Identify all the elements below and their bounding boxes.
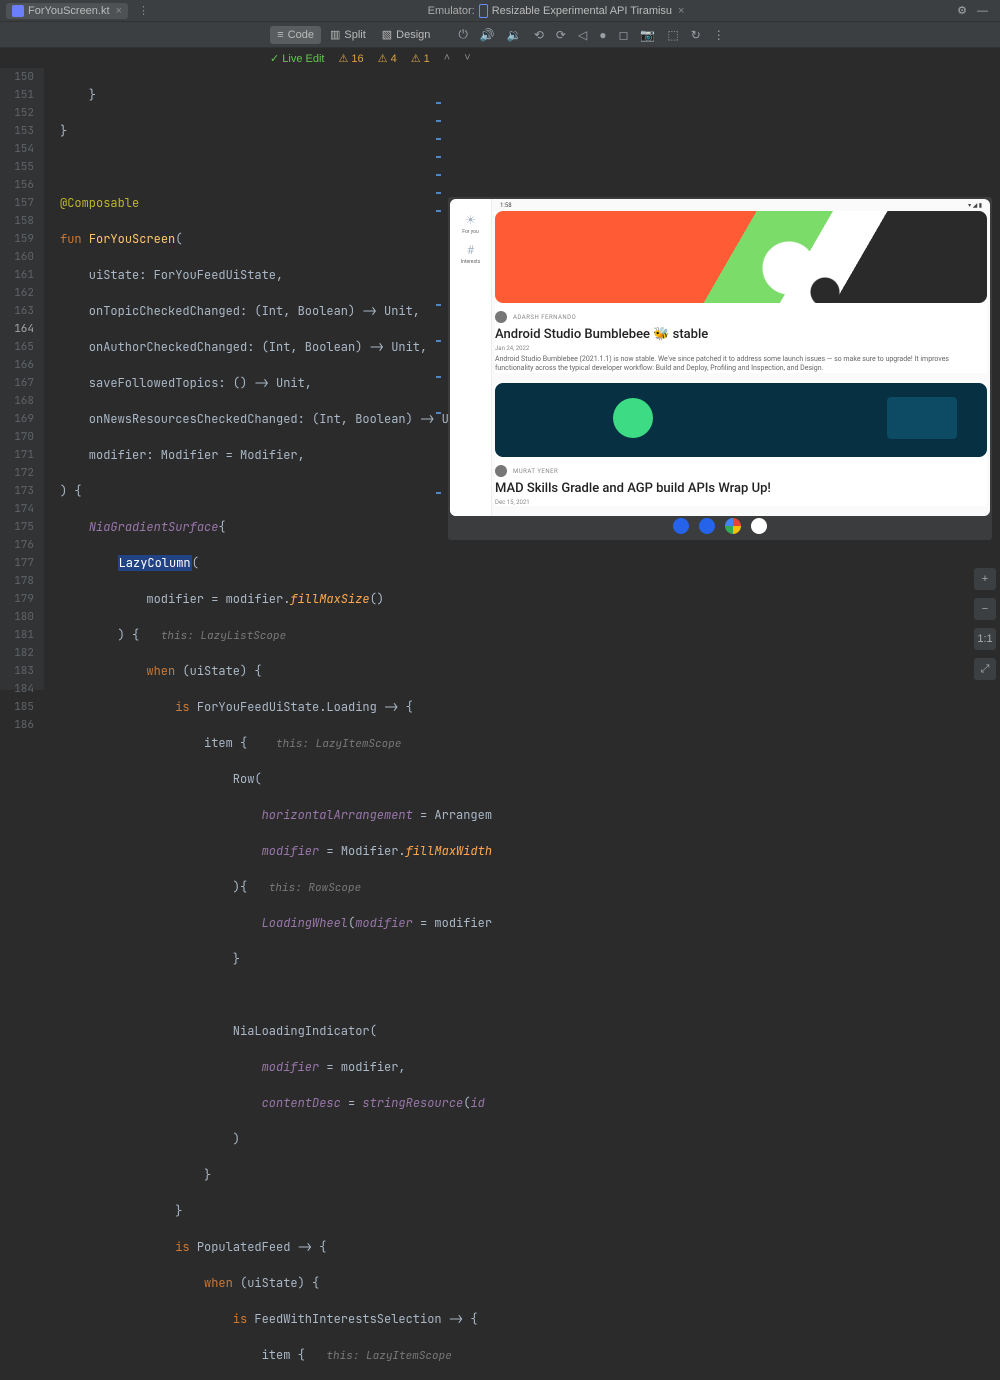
editor-marker-strip (436, 72, 442, 572)
article-card[interactable]: MURAT YENER MAD Skills Gradle and AGP bu… (495, 383, 987, 506)
warnings-count-b[interactable]: ⚠ 4 (378, 52, 397, 65)
apps-grid-icon[interactable] (751, 518, 767, 534)
live-edit-status[interactable]: ✓ Live Edit (270, 52, 324, 65)
reload-icon[interactable]: ↻ (686, 28, 706, 42)
warnings-count-c[interactable]: ⚠ 1 (411, 52, 430, 65)
nav-rail: ☀ For you # Interests (450, 199, 492, 516)
avatar (495, 465, 507, 477)
zoom-in-button[interactable]: + (974, 568, 996, 590)
record-icon[interactable]: ⬚ (662, 28, 683, 42)
upcoming-icon: ☀ (464, 213, 478, 227)
screenshot-icon[interactable]: 📷 (635, 28, 660, 42)
article-hero-image (495, 211, 987, 303)
minimize-icon[interactable]: — (971, 5, 994, 17)
volume-down-icon[interactable]: 🔉 (502, 28, 527, 42)
top-bar: ForYouScreen.kt × ⋮ Emulator: Resizable … (0, 0, 1000, 22)
feed[interactable]: ADARSH FERNANDO Android Studio Bumblebee… (492, 199, 990, 516)
device-dock (448, 516, 992, 536)
inspection-status-row: ✓ Live Edit ⚠ 16 ⚠ 4 ⚠ 1 ˄ ˅ (0, 48, 1000, 68)
view-design-button[interactable]: ▧ Design (375, 25, 438, 44)
overview-icon[interactable]: ◻ (613, 28, 633, 42)
chevron-down-icon[interactable]: ˅ (464, 52, 470, 64)
phone-icon (479, 4, 488, 18)
line-gutter: 1501511521531541551561571581591601611621… (0, 68, 44, 690)
power-icon[interactable]: ⏻ (453, 27, 473, 42)
emulator-label: Emulator: (428, 5, 475, 17)
device-name[interactable]: Resizable Experimental API Tiramisu (492, 5, 672, 17)
warnings-count-a[interactable]: ⚠ 16 (338, 52, 363, 65)
zoom-1to1-button[interactable]: 1:1 (974, 628, 996, 650)
rotate-left-icon[interactable]: ⟲ (529, 28, 549, 42)
zoom-fit-button[interactable]: ⤢ (974, 658, 996, 680)
hash-icon: # (463, 243, 477, 257)
phone-app-icon[interactable] (673, 518, 689, 534)
chrome-app-icon[interactable] (725, 518, 741, 534)
zoom-out-button[interactable]: − (974, 598, 996, 620)
author-name: MURAT YENER (513, 468, 558, 475)
article-card[interactable]: ADARSH FERNANDO Android Studio Bumblebee… (495, 211, 987, 373)
file-tab[interactable]: ForYouScreen.kt × (6, 3, 128, 19)
article-date: Jan 24, 2022 (495, 345, 987, 352)
view-code-button[interactable]: ≡ Code (270, 26, 321, 44)
nav-rail-for-you[interactable]: ☀ For you (462, 213, 478, 235)
nav-rail-interests[interactable]: # Interests (461, 243, 481, 265)
editor-toolbar: ≡ Code ▥ Split ▧ Design ⏻ 🔊 🔉 ⟲ ⟳ ◁ ● ◻ … (0, 22, 1000, 48)
chevron-up-icon[interactable]: ˄ (444, 52, 450, 64)
zoom-controls: + − 1:1 ⤢ (974, 568, 996, 680)
device-close-icon[interactable]: × (678, 5, 684, 17)
article-date: Dec 15, 2021 (495, 499, 987, 506)
article-hero-image (495, 383, 987, 457)
article-title: MAD Skills Gradle and AGP build APIs Wra… (495, 481, 987, 496)
home-icon[interactable]: ● (594, 28, 611, 42)
view-split-button[interactable]: ▥ Split (323, 25, 373, 44)
article-title: Android Studio Bumblebee 🐝 stable (495, 327, 987, 342)
close-icon[interactable]: × (116, 5, 122, 17)
rotate-right-icon[interactable]: ⟳ (551, 28, 571, 42)
author-name: ADARSH FERNANDO (513, 314, 576, 321)
device-status-bar: 1:58▾ ◢ ▮ (492, 199, 990, 211)
volume-up-icon[interactable]: 🔊 (475, 28, 500, 42)
messages-app-icon[interactable] (699, 518, 715, 534)
article-blurb: Android Studio Bumblebee (2021.1.1) is n… (495, 355, 987, 373)
more-icon[interactable]: ⋮ (128, 4, 159, 17)
more-vert-icon[interactable]: ⋮ (708, 28, 730, 42)
kotlin-file-icon (12, 5, 24, 17)
gear-icon[interactable]: ⚙ (953, 4, 971, 17)
file-tab-name: ForYouScreen.kt (28, 5, 110, 17)
back-icon[interactable]: ◁ (573, 28, 592, 42)
avatar (495, 311, 507, 323)
emulator-preview[interactable]: 1:58▾ ◢ ▮ ☀ For you # Interests ADARSH F… (448, 197, 992, 540)
